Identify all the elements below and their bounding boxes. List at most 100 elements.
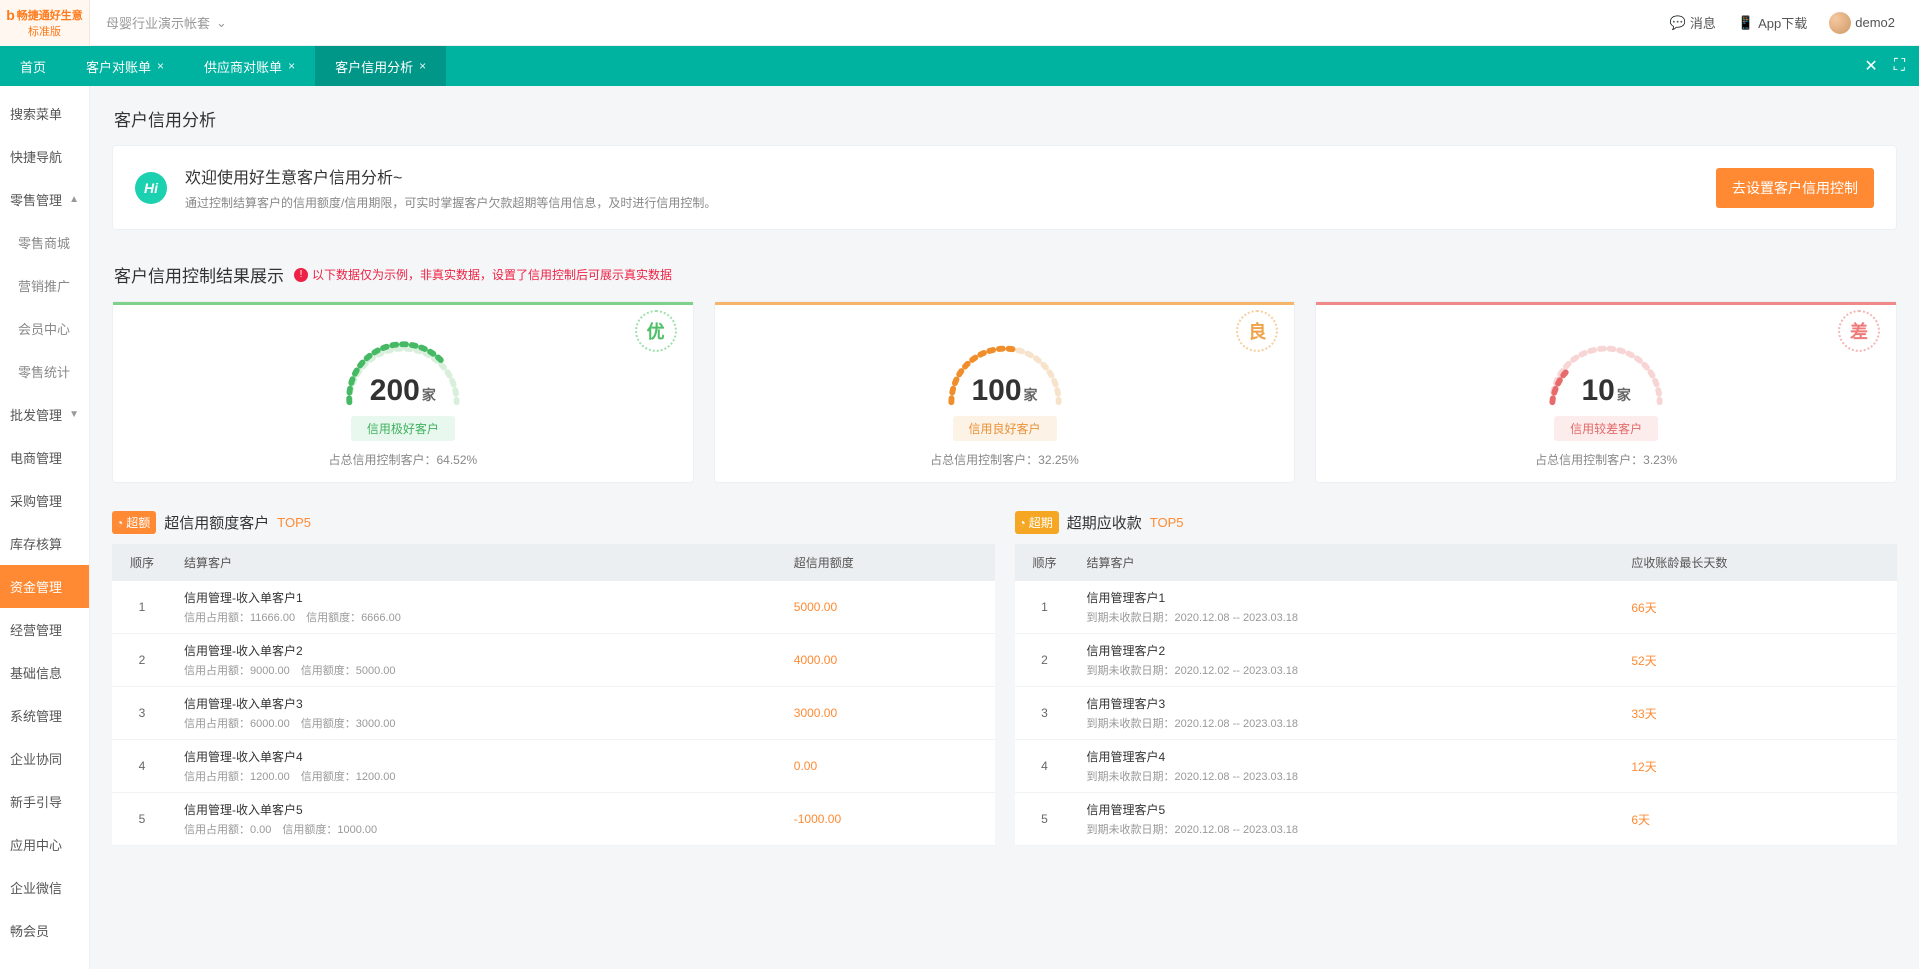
nav-retail-stats[interactable]: 零售统计 xyxy=(0,350,89,393)
row-index: 3 xyxy=(112,687,172,740)
tab-customer-statement[interactable]: 客户对账单 × xyxy=(66,46,184,86)
table-row[interactable]: 1信用管理客户1到期未收款日期：2020.12.08 -- 2023.03.18… xyxy=(1015,581,1898,634)
row-index: 4 xyxy=(1015,740,1075,793)
nav-quick[interactable]: 快捷导航 xyxy=(0,135,89,178)
nav-stock[interactable]: 库存核算 xyxy=(0,522,89,565)
nav-purchase[interactable]: 采购管理 xyxy=(0,479,89,522)
tab-supplier-statement[interactable]: 供应商对账单× xyxy=(184,46,315,86)
col-days: 应收账龄最长天数 xyxy=(1619,544,1897,581)
table-row[interactable]: 1信用管理-收入单客户1信用占用额：11666.00 信用额度：6666.005… xyxy=(112,581,995,634)
section-head: 客户信用控制结果展示 !以下数据仅为示例，非真实数据，设置了信用控制后可展示真实… xyxy=(114,262,1897,287)
row-value: 5000.00 xyxy=(782,581,995,634)
edition-label: 标准版 xyxy=(28,23,61,39)
close-icon[interactable]: × xyxy=(157,59,164,73)
row-value: 33天 xyxy=(1619,687,1897,740)
table-row[interactable]: 5信用管理客户5到期未收款日期：2020.12.08 -- 2023.03.18… xyxy=(1015,793,1898,846)
row-customer: 信用管理客户1到期未收款日期：2020.12.08 -- 2023.03.18 xyxy=(1075,581,1620,634)
row-customer: 信用管理-收入单客户5信用占用额：0.00 信用额度：1000.00 xyxy=(172,793,782,846)
nav-operate[interactable]: 经营管理 xyxy=(0,608,89,651)
row-index: 4 xyxy=(112,740,172,793)
caret-up-icon: ▲ xyxy=(69,194,79,205)
row-customer: 信用管理客户4到期未收款日期：2020.12.08 -- 2023.03.18 xyxy=(1075,740,1620,793)
tab-credit-analysis[interactable]: 客户信用分析× xyxy=(315,46,446,86)
row-customer: 信用管理-收入单客户3信用占用额：6000.00 信用额度：3000.00 xyxy=(172,687,782,740)
section-title: 客户信用控制结果展示 xyxy=(114,262,284,287)
over-credit-limit-list: ◔超额 超信用额度客户 TOP5 顺序 结算客户 超信用额度 1信用管理-收入单… xyxy=(112,511,995,846)
message-icon: 💬 xyxy=(1670,15,1686,31)
overdue-receivable-list: ◔超期 超期应收款 TOP5 顺序 结算客户 应收账龄最长天数 1信用管理客户1… xyxy=(1015,511,1898,846)
fullscreen-icon[interactable]: ⛶ xyxy=(1894,57,1905,75)
card-percent: 占总信用控制客户：3.23% xyxy=(1316,451,1896,468)
phone-icon: 📱 xyxy=(1738,15,1754,31)
nav-member[interactable]: 畅会员 xyxy=(0,909,89,952)
row-value: 12天 xyxy=(1619,740,1897,793)
messages-label: 消息 xyxy=(1690,13,1716,32)
nav-appcenter[interactable]: 应用中心 xyxy=(0,823,89,866)
over-limit-table: 顺序 结算客户 超信用额度 1信用管理-收入单客户1信用占用额：11666.00… xyxy=(112,544,995,846)
caret-down-icon: ▼ xyxy=(69,409,79,420)
app-download-label: App下载 xyxy=(1758,13,1807,32)
row-value: 6天 xyxy=(1619,793,1897,846)
col-customer: 结算客户 xyxy=(1075,544,1620,581)
tab-home[interactable]: 首页 xyxy=(0,46,66,86)
logo-block[interactable]: b畅捷通好生意 标准版 xyxy=(0,0,90,46)
close-icon[interactable]: × xyxy=(288,59,295,73)
nav-base[interactable]: 基础信息 xyxy=(0,651,89,694)
credit-card-good: 良 100家 信用良好客户 占总信用控制客户：32.25% xyxy=(714,301,1296,483)
welcome-banner: Hi 欢迎使用好生意客户信用分析~ 通过控制结算客户的信用额度/信用期限，可实时… xyxy=(112,145,1897,230)
nav-wholesale[interactable]: 批发管理▼ xyxy=(0,393,89,436)
chevron-down-icon: ⌄ xyxy=(216,15,227,31)
over-limit-badge: ◔超额 xyxy=(112,511,156,534)
row-value: -1000.00 xyxy=(782,793,995,846)
row-value: 52天 xyxy=(1619,634,1897,687)
user-menu[interactable]: demo2 xyxy=(1829,12,1895,34)
top5-label: TOP5 xyxy=(277,515,311,530)
org-selector[interactable]: 母婴行业演示帐套 ⌄ xyxy=(106,13,227,32)
close-all-icon[interactable]: ✕ xyxy=(1864,56,1877,76)
row-index: 2 xyxy=(112,634,172,687)
main: 客户信用分析 Hi 欢迎使用好生意客户信用分析~ 通过控制结算客户的信用额度/信… xyxy=(90,86,1919,969)
banner-heading: 欢迎使用好生意客户信用分析~ xyxy=(185,164,716,188)
clock-icon: ◔ xyxy=(116,516,123,530)
nav-wechat[interactable]: 企业微信 xyxy=(0,866,89,909)
alert-icon: ! xyxy=(294,268,308,282)
table-row[interactable]: 3信用管理客户3到期未收款日期：2020.12.08 -- 2023.03.18… xyxy=(1015,687,1898,740)
nav-funds[interactable]: 资金管理 xyxy=(0,565,89,608)
page-title: 客户信用分析 xyxy=(114,106,1897,131)
hi-icon: Hi xyxy=(135,172,167,204)
table-row[interactable]: 5信用管理-收入单客户5信用占用额：0.00 信用额度：1000.00-1000… xyxy=(112,793,995,846)
nav-retail[interactable]: 零售管理▲ xyxy=(0,178,89,221)
nav-retail-member[interactable]: 会员中心 xyxy=(0,307,89,350)
configure-credit-button[interactable]: 去设置客户信用控制 xyxy=(1716,168,1874,208)
gauge-icon xyxy=(328,332,478,410)
table-row[interactable]: 2信用管理-收入单客户2信用占用额：9000.00 信用额度：5000.0040… xyxy=(112,634,995,687)
messages-link[interactable]: 💬消息 xyxy=(1670,13,1716,32)
row-index: 2 xyxy=(1015,634,1075,687)
table-row[interactable]: 2信用管理客户2到期未收款日期：2020.12.02 -- 2023.03.18… xyxy=(1015,634,1898,687)
list-title: 超期应收款 xyxy=(1067,512,1142,533)
table-row[interactable]: 4信用管理客户4到期未收款日期：2020.12.08 -- 2023.03.18… xyxy=(1015,740,1898,793)
nav-retail-marketing[interactable]: 营销推广 xyxy=(0,264,89,307)
nav-search[interactable]: 搜索菜单 xyxy=(0,92,89,135)
brand: b畅捷通好生意 xyxy=(6,7,83,23)
nav-retail-mall[interactable]: 零售商城 xyxy=(0,221,89,264)
sample-data-warning: !以下数据仅为示例，非真实数据，设置了信用控制后可展示真实数据 xyxy=(294,266,672,283)
table-row[interactable]: 3信用管理-收入单客户3信用占用额：6000.00 信用额度：3000.0030… xyxy=(112,687,995,740)
row-customer: 信用管理客户5到期未收款日期：2020.12.08 -- 2023.03.18 xyxy=(1075,793,1620,846)
close-icon[interactable]: × xyxy=(419,59,426,73)
table-row[interactable]: 4信用管理-收入单客户4信用占用额：1200.00 信用额度：1200.000.… xyxy=(112,740,995,793)
tab-label: 客户对账单 xyxy=(86,57,151,76)
clock-icon: ◔ xyxy=(1019,516,1026,530)
col-over-amount: 超信用额度 xyxy=(782,544,995,581)
nav-guide[interactable]: 新手引导 xyxy=(0,780,89,823)
card-tag: 信用极好客户 xyxy=(351,416,455,441)
topbar: b畅捷通好生意 标准版 母婴行业演示帐套 ⌄ 💬消息 📱App下载 demo2 xyxy=(0,0,1919,46)
app-download-link[interactable]: 📱App下载 xyxy=(1738,13,1807,32)
sidenav: 搜索菜单 快捷导航 零售管理▲ 零售商城 营销推广 会员中心 零售统计 批发管理… xyxy=(0,86,90,969)
row-index: 3 xyxy=(1015,687,1075,740)
nav-coop[interactable]: 企业协同 xyxy=(0,737,89,780)
nav-ecom[interactable]: 电商管理 xyxy=(0,436,89,479)
username-label: demo2 xyxy=(1855,15,1895,30)
row-index: 1 xyxy=(112,581,172,634)
nav-sys[interactable]: 系统管理 xyxy=(0,694,89,737)
